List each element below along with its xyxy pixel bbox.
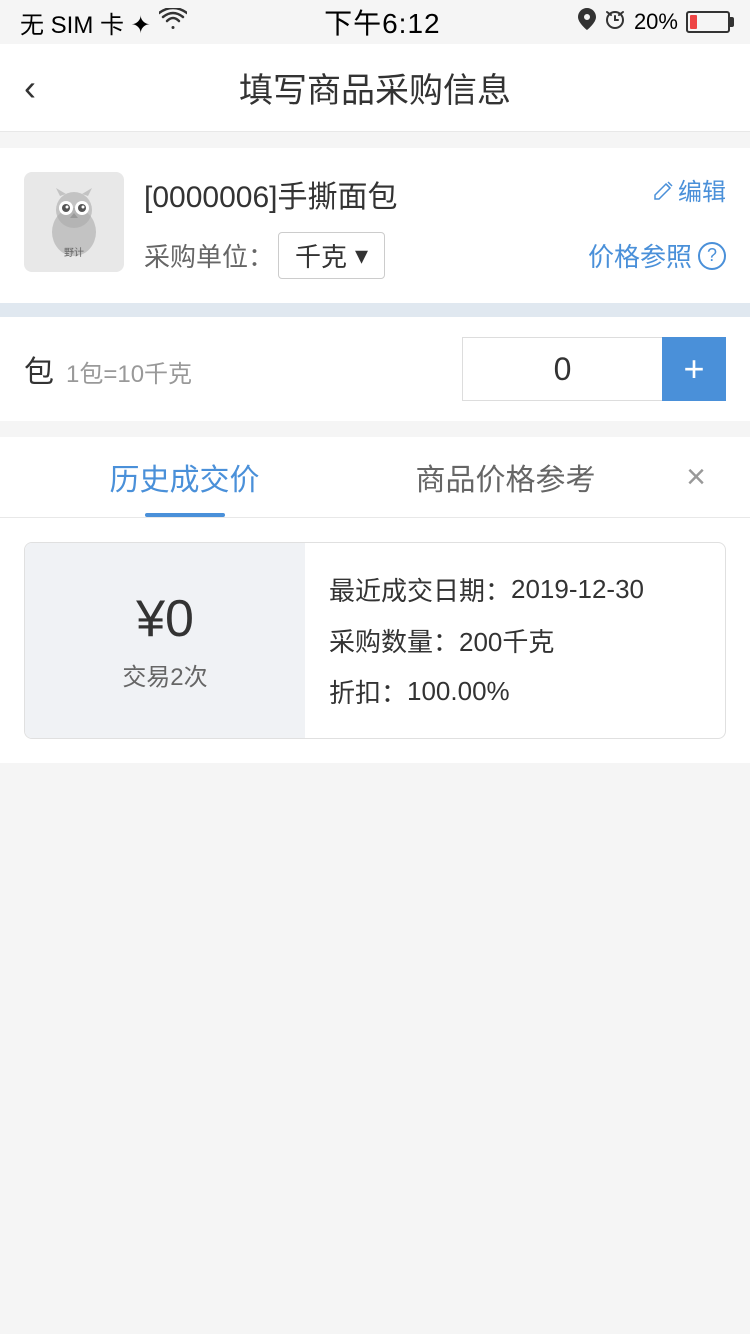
history-card: ¥0 交易2次 最近成交日期： 2019-12-30 采购数量： 200千克 折…: [24, 542, 726, 739]
recent-date-label: 最近成交日期：: [329, 571, 511, 608]
quantity-unit-label: 包: [24, 347, 54, 391]
unit-dropdown[interactable]: 千克 ▾: [278, 232, 385, 279]
product-image: 野计: [24, 172, 124, 272]
quantity-input-group: +: [462, 337, 726, 401]
tab-history-label: 历史成交价: [110, 455, 260, 499]
back-button[interactable]: ‹: [24, 67, 36, 109]
history-recent-date-row: 最近成交日期： 2019-12-30: [329, 571, 701, 608]
product-details: [0000006]手撕面包 编辑 采购单位： 千克 ▾ 价格参照: [144, 172, 726, 279]
quantity-detail-value: 200千克: [459, 622, 554, 659]
unit-label: 采购单位：: [144, 237, 274, 274]
recent-date-value: 2019-12-30: [511, 574, 644, 605]
quantity-label-group: 包 1包=10千克: [24, 347, 192, 391]
history-discount-row: 折扣： 100.00%: [329, 673, 701, 710]
location-icon: [578, 8, 596, 36]
tab-history-price[interactable]: 历史成交价: [24, 437, 345, 517]
wifi-icon: [159, 8, 187, 37]
svg-text:野计: 野计: [64, 246, 84, 259]
status-bar: 无 SIM 卡 ✦ 下午6:12 20%: [0, 0, 750, 44]
history-quantity-row: 采购数量： 200千克: [329, 622, 701, 659]
status-left: 无 SIM 卡 ✦: [20, 5, 187, 40]
nav-bar: ‹ 填写商品采购信息: [0, 44, 750, 132]
discount-label: 折扣：: [329, 673, 407, 710]
tab-price-ref-label: 商品价格参考: [416, 455, 596, 499]
quantity-conversion: 1包=10千克: [66, 354, 192, 389]
status-time: 下午6:12: [324, 2, 441, 42]
quantity-detail-label: 采购数量：: [329, 622, 459, 659]
no-sim-text: 无 SIM 卡 ✦: [20, 5, 151, 40]
battery-percent: 20%: [634, 9, 678, 35]
dropdown-arrow-icon: ▾: [355, 240, 368, 271]
history-section: ¥0 交易2次 最近成交日期： 2019-12-30 采购数量： 200千克 折…: [0, 518, 750, 763]
edit-icon: [652, 179, 674, 201]
unit-select-group: 采购单位： 千克 ▾: [144, 232, 385, 279]
page-title: 填写商品采购信息: [239, 63, 511, 112]
quantity-row: 包 1包=10千克 +: [0, 317, 750, 421]
product-card: 野计 [0000006]手撕面包 编辑 采购单位： 千克 ▾: [0, 148, 750, 303]
section-divider: [0, 303, 750, 317]
quantity-input[interactable]: [462, 337, 662, 401]
discount-value: 100.00%: [407, 676, 510, 707]
product-name: [0000006]手撕面包: [144, 172, 397, 216]
price-ref-help-icon: ?: [698, 242, 726, 270]
edit-label: 编辑: [678, 172, 726, 207]
battery-icon: [686, 11, 730, 33]
edit-button[interactable]: 编辑: [652, 172, 726, 207]
tab-price-ref[interactable]: 商品价格参考: [345, 437, 666, 517]
history-trades: 交易2次: [122, 657, 207, 692]
quantity-plus-button[interactable]: +: [662, 337, 726, 401]
unit-value: 千克: [295, 237, 347, 274]
price-ref-label: 价格参照: [588, 237, 692, 274]
history-right-panel: 最近成交日期： 2019-12-30 采购数量： 200千克 折扣： 100.0…: [305, 543, 725, 738]
status-right: 20%: [578, 8, 730, 36]
history-price: ¥0: [136, 589, 194, 649]
tab-close-button[interactable]: ×: [666, 437, 726, 517]
alarm-icon: [604, 8, 626, 36]
tabs-container: 历史成交价 商品价格参考 ×: [0, 437, 750, 518]
history-left-panel: ¥0 交易2次: [25, 543, 305, 738]
price-ref-button[interactable]: 价格参照 ?: [588, 237, 726, 274]
product-logo-icon: 野计: [34, 182, 114, 262]
tab-active-indicator: [145, 513, 225, 517]
